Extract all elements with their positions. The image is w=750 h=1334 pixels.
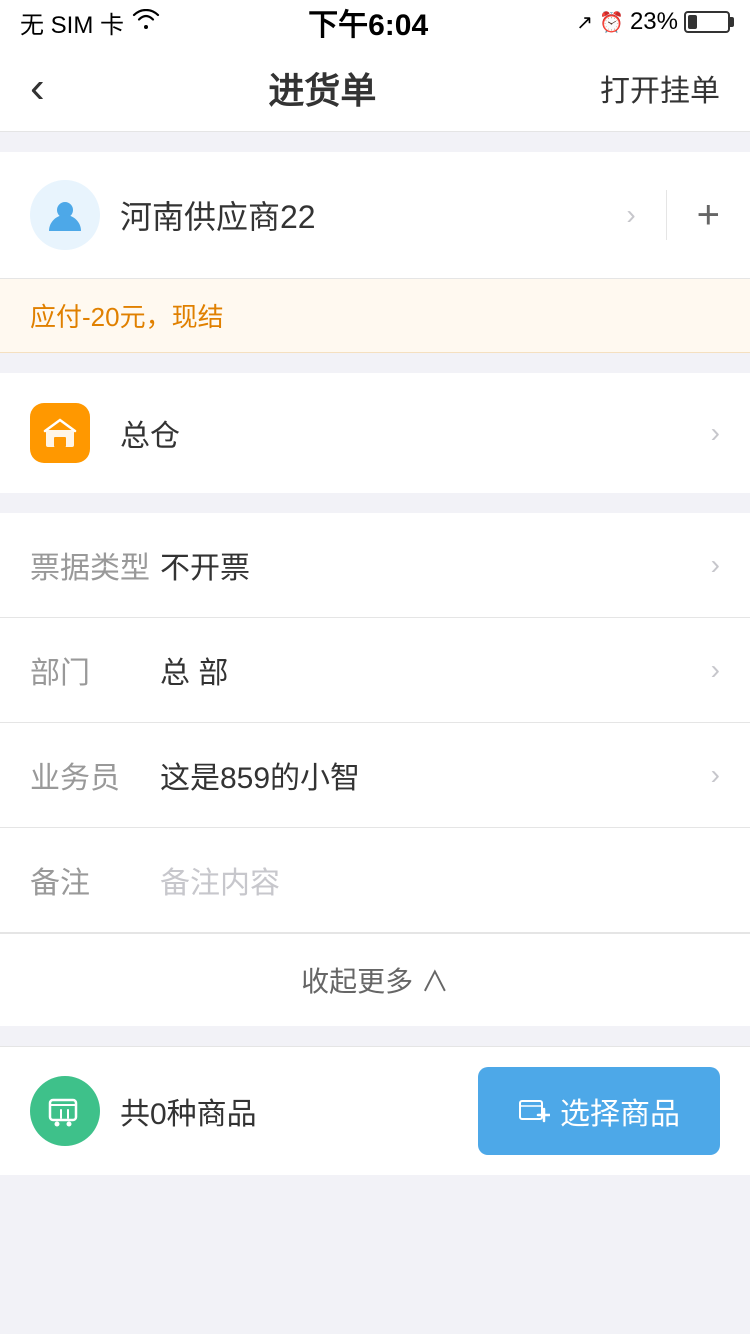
section-gap-3 xyxy=(0,493,750,513)
supplier-row[interactable]: 河南供应商22 › + xyxy=(0,152,750,279)
department-label: 部门 xyxy=(30,648,150,692)
collapse-button[interactable]: 收起更多 ∧ xyxy=(0,933,750,1026)
department-value: 总 部 xyxy=(160,648,711,692)
warehouse-row[interactable]: 总仓 › xyxy=(0,373,750,493)
status-right: ↗ ⏰ 23% xyxy=(576,8,730,36)
remark-row[interactable]: 备注 备注内容 xyxy=(0,828,750,933)
remark-value: 备注内容 xyxy=(160,858,720,902)
warehouse-chevron-icon: › xyxy=(711,417,720,449)
salesperson-row[interactable]: 业务员 这是859的小智 › xyxy=(0,723,750,828)
status-bar: 无 SIM 卡 下午6:04 ↗ ⏰ 23% xyxy=(0,0,750,44)
back-button[interactable]: ‹ xyxy=(30,63,45,113)
carrier-label: 无 SIM 卡 xyxy=(20,5,124,40)
supplier-card: 河南供应商22 › + 应付-20元，现结 xyxy=(0,152,750,353)
salesperson-value: 这是859的小智 xyxy=(160,753,711,797)
wifi-icon xyxy=(132,9,160,35)
open-pending-button[interactable]: 打开挂单 xyxy=(600,66,720,110)
select-product-button[interactable]: 选择商品 xyxy=(478,1067,720,1155)
supplier-divider xyxy=(666,190,667,240)
warehouse-name: 总仓 xyxy=(120,411,711,455)
select-product-label: 选择商品 xyxy=(560,1089,680,1133)
bottom-bar: 共0种商品 选择商品 xyxy=(0,1046,750,1175)
notice-text: 应付-20元，现结 xyxy=(30,302,224,332)
nav-bar: ‹ 进货单 打开挂单 xyxy=(0,44,750,132)
page-title: 进货单 xyxy=(268,62,376,114)
section-gap-4 xyxy=(0,1026,750,1046)
product-count: 共0种商品 xyxy=(120,1089,478,1133)
ticket-type-value: 不开票 xyxy=(160,543,711,587)
ticket-type-row[interactable]: 票据类型 不开票 › xyxy=(0,513,750,618)
select-product-icon xyxy=(518,1095,550,1127)
supplier-name: 河南供应商22 xyxy=(120,192,626,238)
cart-icon xyxy=(30,1076,100,1146)
warehouse-card: 总仓 › xyxy=(0,373,750,493)
ticket-type-chevron-icon: › xyxy=(711,549,720,581)
remark-label: 备注 xyxy=(30,858,150,902)
ticket-type-label: 票据类型 xyxy=(30,543,150,587)
salesperson-label: 业务员 xyxy=(30,753,150,797)
supplier-avatar xyxy=(30,180,100,250)
add-supplier-button[interactable]: + xyxy=(697,193,720,238)
department-chevron-icon: › xyxy=(711,654,720,686)
warehouse-icon xyxy=(30,403,90,463)
battery-icon xyxy=(684,11,730,33)
department-row[interactable]: 部门 总 部 › xyxy=(0,618,750,723)
alarm-icon: ⏰ xyxy=(599,10,624,35)
status-time: 下午6:04 xyxy=(308,0,428,44)
section-gap-1 xyxy=(0,132,750,152)
form-card: 票据类型 不开票 › 部门 总 部 › 业务员 这是859的小智 › 备注 备注… xyxy=(0,513,750,1026)
salesperson-chevron-icon: › xyxy=(711,759,720,791)
status-left: 无 SIM 卡 xyxy=(20,5,160,40)
location-icon: ↗ xyxy=(576,10,593,35)
section-gap-2 xyxy=(0,353,750,373)
battery-percent: 23% xyxy=(630,8,678,36)
notice-banner: 应付-20元，现结 xyxy=(0,279,750,353)
supplier-chevron-icon: › xyxy=(626,199,635,231)
